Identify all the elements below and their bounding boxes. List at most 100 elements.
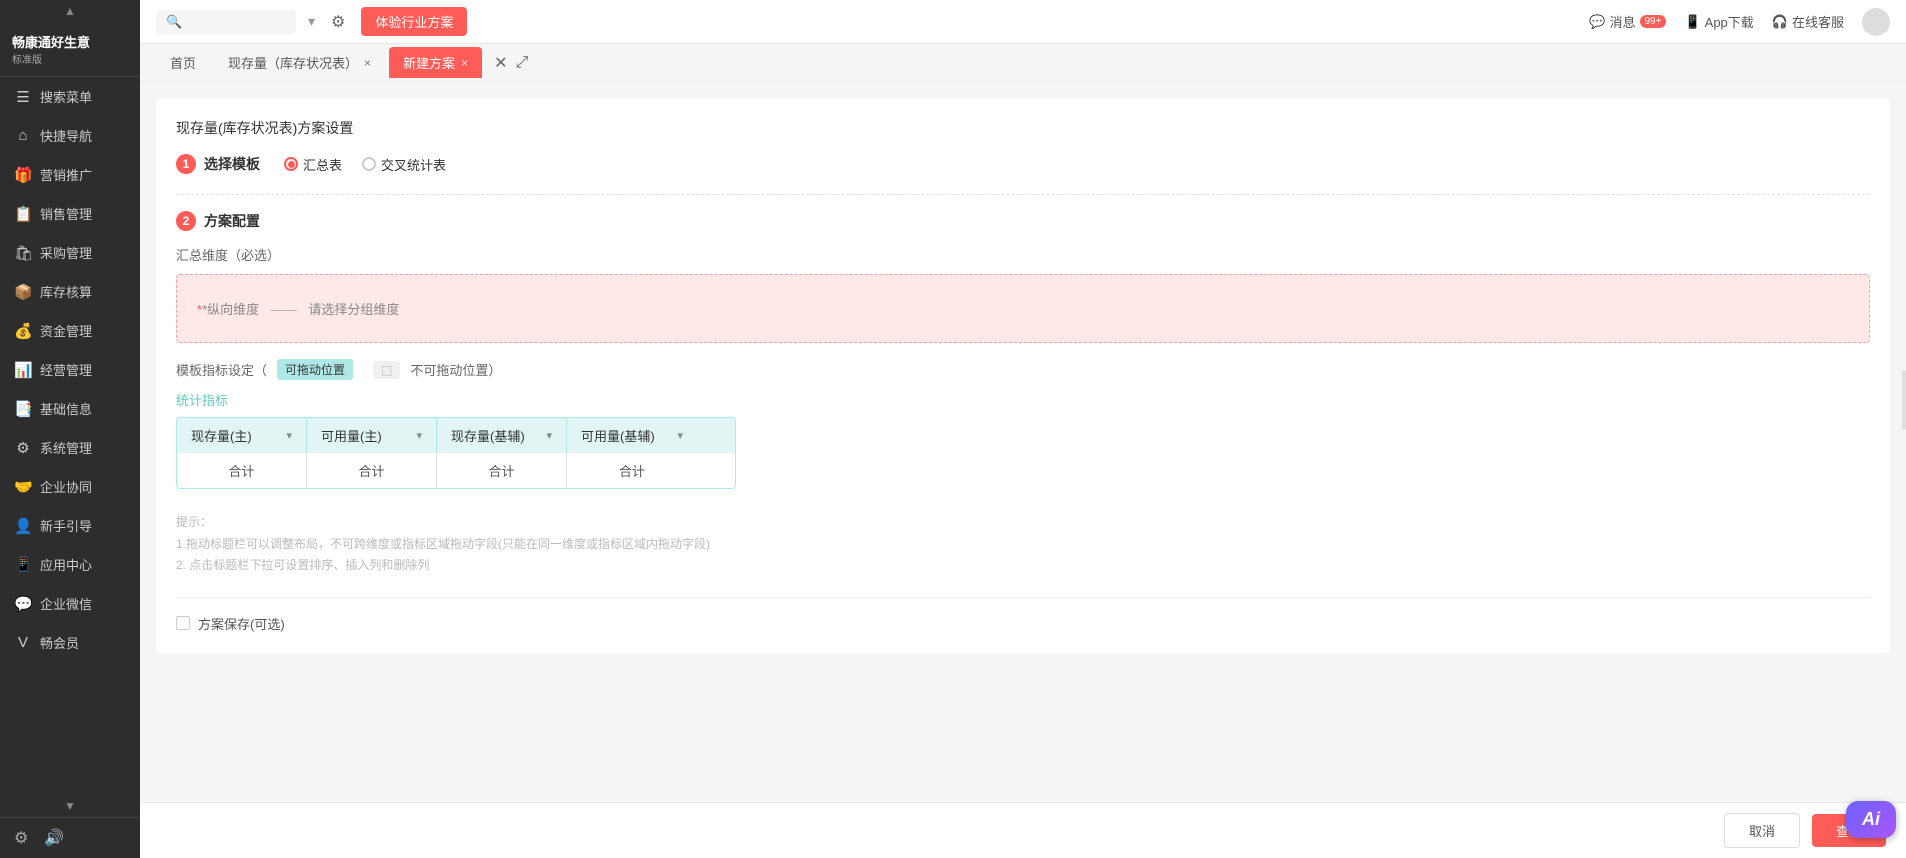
newbie-icon: 👤 (14, 517, 32, 535)
sidebar-item-newbie[interactable]: 👤 新手引导 (0, 506, 140, 545)
sidebar-item-sales[interactable]: 📋 销售管理 (0, 194, 140, 233)
sidebar-item-label: 新手引导 (40, 516, 92, 535)
save-option: 方案保存(可选) (176, 597, 1870, 633)
col-header-2[interactable]: 现存量(基辅) ▾ (437, 418, 567, 453)
sidebar-item-app-center[interactable]: 📱 应用中心 (0, 545, 140, 584)
online-service-btn[interactable]: 🎧 在线客服 (1772, 12, 1844, 31)
ai-fab-button[interactable]: Ai (1846, 801, 1896, 838)
right-scrollbar[interactable] (1902, 370, 1906, 430)
radio-summary[interactable]: 汇总表 (284, 155, 342, 174)
save-checkbox[interactable] (176, 616, 190, 630)
col-chevron-2[interactable]: ▾ (546, 429, 552, 442)
notification-btn[interactable]: 💬 消息 99+ (1589, 12, 1666, 31)
tab-home[interactable]: 首页 (156, 47, 210, 78)
col-header-3[interactable]: 可用量(基辅) ▾ (567, 418, 697, 453)
search-input[interactable] (188, 15, 268, 29)
col-chevron-0[interactable]: ▾ (286, 429, 292, 442)
col-header-label-3: 可用量(基辅) (581, 426, 655, 445)
sidebar-item-vip[interactable]: V 畅会员 (0, 623, 140, 662)
col-body-label-1: 合计 (358, 461, 384, 480)
sidebar-item-label: 企业微信 (40, 594, 92, 613)
speaker-icon[interactable]: 🔊 (44, 828, 64, 848)
non-draggable-badge: ⬚ (373, 361, 400, 379)
sidebar-item-label: 企业协同 (40, 477, 92, 496)
tip-item-0: 1.拖动标题栏可以调整布局，不可跨维度或指标区域拖动字段(只能在同一维度或指标区… (176, 534, 1870, 556)
tab-new-scheme-close[interactable]: × (461, 56, 468, 70)
dimension-placeholder: **纵向维度 —— 请选择分组维度 (197, 302, 399, 317)
content-area: 现存量(库存状况表)方案设置 1 选择模板 汇总表 交叉统计表 (140, 82, 1906, 802)
tip-item-1: 2. 点击标题栏下拉可设置排序、插入列和删除列 (176, 555, 1870, 577)
settings-icon[interactable]: ⚙ (14, 828, 28, 848)
step1-number: 1 (176, 154, 196, 174)
sidebar-bottom: ⚙ 🔊 (0, 817, 140, 858)
industry-btn[interactable]: 体验行业方案 (361, 7, 467, 36)
app-edition: 标准版 (12, 51, 128, 66)
tab-inventory-close[interactable]: × (364, 56, 371, 70)
sidebar-scroll-down[interactable]: ▼ (0, 795, 140, 817)
topbar-search-box[interactable]: 🔍 (156, 10, 296, 34)
gift-icon: 🎁 (14, 166, 32, 184)
tips-label: 提示： (176, 515, 212, 529)
step2-number: 2 (176, 211, 196, 231)
gear-icon[interactable]: ⚙ (327, 8, 349, 36)
col-header-0[interactable]: 现存量(主) ▾ (177, 418, 307, 453)
sidebar-item-label: 销售管理 (40, 204, 92, 223)
sidebar-item-marketing[interactable]: 🎁 营销推广 (0, 155, 140, 194)
app-download-btn[interactable]: 📱 App下载 (1684, 12, 1753, 31)
sidebar-item-purchase[interactable]: 🛍 采购管理 (0, 233, 140, 272)
metrics-config-label: 模板指标设定（ 可拖动位置 ⬚ 不可拖动位置） (176, 359, 1870, 380)
sidebar-item-system[interactable]: ⚙ 系统管理 (0, 428, 140, 467)
stats-table-header: 现存量(主) ▾ 可用量(主) ▾ 现存量(基辅) ▾ 可用量(基辅) (177, 418, 735, 453)
step2-title: 方案配置 (204, 211, 260, 231)
finance-icon: 💰 (14, 322, 32, 340)
page-title: 现存量(库存状况表)方案设置 (176, 118, 1870, 138)
system-icon: ⚙ (14, 439, 32, 457)
col-chevron-1[interactable]: ▾ (416, 429, 422, 442)
sidebar-item-quick-nav[interactable]: ⌂ 快捷导航 (0, 116, 140, 155)
sidebar-scroll-up[interactable]: ▲ (0, 0, 140, 22)
sidebar-item-label: 应用中心 (40, 555, 92, 574)
sidebar-item-wechat[interactable]: 💬 企业微信 (0, 584, 140, 623)
step1-title: 选择模板 (204, 154, 260, 174)
app-logo: 畅康通好生意 标准版 (0, 22, 140, 77)
inventory-icon: 📦 (14, 283, 32, 301)
topbar: 🔍 ▾ ⚙ 体验行业方案 💬 消息 99+ 📱 App下载 🎧 在线客服 (140, 0, 1906, 44)
sidebar-item-operations[interactable]: 📊 经营管理 (0, 350, 140, 389)
app-center-icon: 📱 (14, 556, 32, 574)
sidebar-item-basics[interactable]: 📑 基础信息 (0, 389, 140, 428)
search-menu-icon: ☰ (14, 88, 32, 106)
dropdown-arrow-icon[interactable]: ▾ (308, 13, 315, 30)
vip-icon: V (14, 634, 32, 651)
stats-table: 现存量(主) ▾ 可用量(主) ▾ 现存量(基辅) ▾ 可用量(基辅) (176, 417, 736, 489)
sidebar-item-label: 快捷导航 (40, 126, 92, 145)
basics-icon: 📑 (14, 400, 32, 418)
avatar[interactable] (1862, 8, 1890, 36)
tabbar: 首页 现存量（库存状况表） × 新建方案 × ✕ ⤢ (140, 44, 1906, 82)
sidebar-item-label: 经营管理 (40, 360, 92, 379)
col-body-1: 合计 (307, 453, 437, 488)
col-body-3: 合计 (567, 453, 697, 488)
sidebar-item-label: 资金管理 (40, 321, 92, 340)
sidebar-item-search-menu[interactable]: ☰ 搜索菜单 (0, 77, 140, 116)
radio-crosstab[interactable]: 交叉统计表 (362, 155, 446, 174)
expand-icon[interactable]: ⤢ (515, 54, 528, 72)
sidebar: ▲ 畅康通好生意 标准版 ☰ 搜索菜单 ⌂ 快捷导航 🎁 营销推广 📋 销售管理… (0, 0, 140, 858)
dimension-area[interactable]: **纵向维度 —— 请选择分组维度 (176, 274, 1870, 343)
sidebar-item-finance[interactable]: 💰 资金管理 (0, 311, 140, 350)
settings-panel: 现存量(库存状况表)方案设置 1 选择模板 汇总表 交叉统计表 (156, 98, 1890, 653)
sidebar-item-corporate[interactable]: 🤝 企业协同 (0, 467, 140, 506)
window-controls: ✕ ⤢ (494, 53, 528, 73)
draggable-badge: 可拖动位置 (277, 359, 353, 380)
purchase-icon: 🛍 (14, 244, 32, 262)
cancel-button[interactable]: 取消 (1724, 813, 1800, 848)
sidebar-item-label: 基础信息 (40, 399, 92, 418)
minimize-icon[interactable]: ✕ (494, 53, 507, 73)
sidebar-item-label: 采购管理 (40, 243, 92, 262)
tab-new-scheme-label: 新建方案 (403, 53, 455, 72)
col-header-1[interactable]: 可用量(主) ▾ (307, 418, 437, 453)
tab-inventory[interactable]: 现存量（库存状况表） × (214, 47, 385, 78)
col-chevron-3[interactable]: ▾ (677, 429, 683, 442)
tab-new-scheme[interactable]: 新建方案 × (389, 47, 482, 78)
sidebar-item-inventory[interactable]: 📦 库存核算 (0, 272, 140, 311)
sidebar-nav: ☰ 搜索菜单 ⌂ 快捷导航 🎁 营销推广 📋 销售管理 🛍 采购管理 📦 库存核… (0, 77, 140, 795)
